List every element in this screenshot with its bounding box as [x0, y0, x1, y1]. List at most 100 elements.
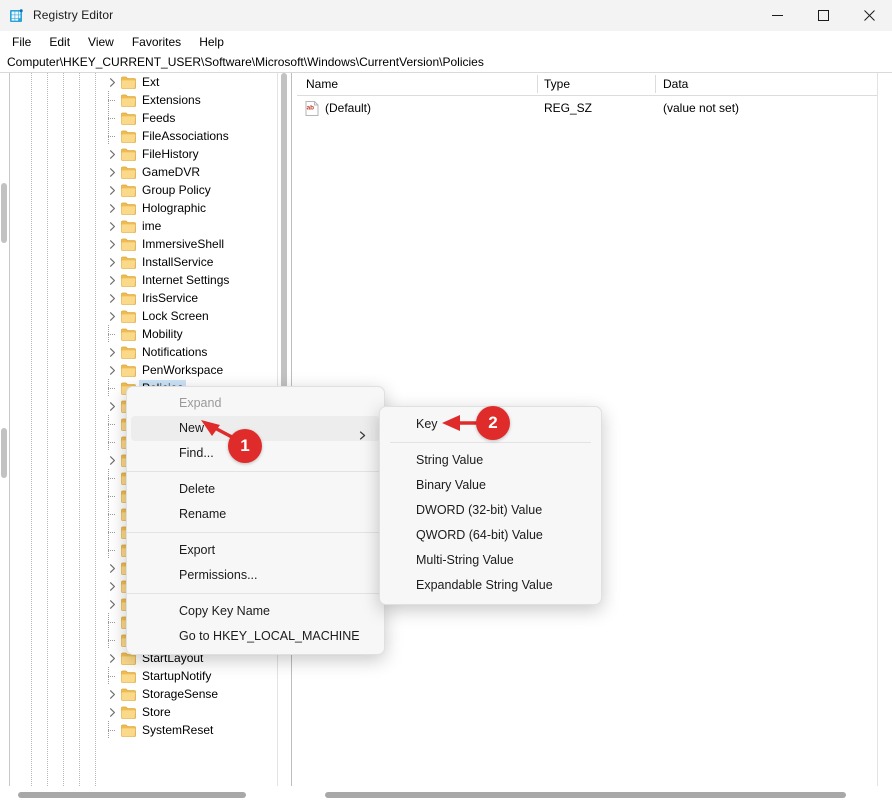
chevron-right-icon[interactable]: [107, 257, 118, 268]
tree-item-startupnotify[interactable]: StartupNotify: [0, 667, 291, 685]
registry-editor-window: Registry Editor File Edit View Favorites…: [0, 0, 892, 805]
chevron-right-icon[interactable]: [107, 239, 118, 250]
submenu-item-expandable-string-value[interactable]: Expandable String Value: [380, 573, 601, 598]
context-menu-item-export[interactable]: Export: [127, 538, 384, 563]
tree-connector: [108, 613, 109, 631]
registry-path: Computer\HKEY_CURRENT_USER\Software\Micr…: [7, 55, 484, 69]
menu-help[interactable]: Help: [190, 32, 233, 52]
chevron-right-icon[interactable]: [107, 203, 118, 214]
menu-favorites[interactable]: Favorites: [123, 32, 190, 52]
tree-item-internet-settings[interactable]: Internet Settings: [0, 271, 291, 289]
folder-icon: [121, 76, 136, 89]
tree-connector: [108, 487, 109, 505]
tree-item-gamedvr[interactable]: GameDVR: [0, 163, 291, 181]
values-horizontal-scrollbar[interactable]: [297, 788, 892, 802]
tree-connector: [108, 127, 109, 145]
tree-item-store[interactable]: Store: [0, 703, 291, 721]
tree-item-label: IrisService: [142, 291, 199, 305]
submenu-item-binary-value[interactable]: Binary Value: [380, 473, 601, 498]
tree-connector: [108, 136, 116, 137]
column-divider-type-data[interactable]: [655, 75, 656, 93]
menu-view[interactable]: View: [79, 32, 123, 52]
submenu-item-label: Multi-String Value: [416, 553, 514, 567]
tree-item-label: StartupNotify: [142, 669, 212, 683]
context-menu-item-label: Copy Key Name: [179, 604, 271, 618]
column-header-name[interactable]: Name: [306, 76, 338, 92]
column-divider-name-type[interactable]: [537, 75, 538, 93]
tree-item-filehistory[interactable]: FileHistory: [0, 145, 291, 163]
tree-item-notifications[interactable]: Notifications: [0, 343, 291, 361]
tree-item-label: Holographic: [142, 201, 207, 215]
menu-file[interactable]: File: [3, 32, 40, 52]
chevron-right-icon[interactable]: [107, 149, 118, 160]
tree-connector: [108, 118, 116, 119]
folder-icon: [121, 94, 136, 107]
chevron-right-icon[interactable]: [107, 185, 118, 196]
tree-item-immersiveshell[interactable]: ImmersiveShell: [0, 235, 291, 253]
chevron-right-icon[interactable]: [107, 167, 118, 178]
tree-item-mobility[interactable]: Mobility: [0, 325, 291, 343]
table-row[interactable]: ab (Default) REG_SZ (value not set): [297, 98, 892, 118]
chevron-right-icon[interactable]: [107, 311, 118, 322]
chevron-right-icon[interactable]: [107, 689, 118, 700]
chevron-right-icon[interactable]: [107, 599, 118, 610]
context-menu-item-go-to-hkey-local-machine[interactable]: Go to HKEY_LOCAL_MACHINE: [127, 624, 384, 649]
chevron-right-icon[interactable]: [107, 347, 118, 358]
tree-item-holographic[interactable]: Holographic: [0, 199, 291, 217]
context-menu-item-permissions[interactable]: Permissions...: [127, 563, 384, 588]
callout-1: 1: [196, 414, 292, 474]
context-menu-item-rename[interactable]: Rename: [127, 502, 384, 527]
tree-connector: [108, 100, 116, 101]
context-menu-item-label: Export: [179, 543, 216, 557]
chevron-right-icon[interactable]: [107, 581, 118, 592]
values-vertical-scrollbar[interactable]: [877, 73, 892, 786]
tree-item-label: Ext: [142, 75, 160, 89]
tree-item-ext[interactable]: Ext: [0, 73, 291, 91]
maximize-icon[interactable]: [800, 0, 846, 31]
tree-item-group-policy[interactable]: Group Policy: [0, 181, 291, 199]
tree-item-installservice[interactable]: InstallService: [0, 253, 291, 271]
context-menu-item-label: Rename: [179, 507, 227, 521]
submenu-item-qword-64-bit-value[interactable]: QWORD (64-bit) Value: [380, 523, 601, 548]
submenu-item-dword-32-bit-value[interactable]: DWORD (32-bit) Value: [380, 498, 601, 523]
chevron-right-icon[interactable]: [107, 707, 118, 718]
tree-item-lock-screen[interactable]: Lock Screen: [0, 307, 291, 325]
values-column-header: Name Type Data: [297, 73, 892, 96]
tree-item-storagesense[interactable]: StorageSense: [0, 685, 291, 703]
minimize-icon[interactable]: [754, 0, 800, 31]
folder-icon: [121, 112, 136, 125]
context-menu-item-delete[interactable]: Delete: [127, 477, 384, 502]
tree-item-irisservice[interactable]: IrisService: [0, 289, 291, 307]
submenu-item-string-value[interactable]: String Value: [380, 448, 601, 473]
context-menu-item-copy-key-name[interactable]: Copy Key Name: [127, 599, 384, 624]
chevron-right-icon[interactable]: [107, 653, 118, 664]
tree-item-label: Feeds: [142, 111, 176, 125]
tree-item-label: Lock Screen: [142, 309, 209, 323]
tree-item-systemreset[interactable]: SystemReset: [0, 721, 291, 739]
tree-connector: [108, 388, 116, 389]
menu-edit[interactable]: Edit: [40, 32, 79, 52]
chevron-right-icon[interactable]: [107, 275, 118, 286]
address-bar[interactable]: Computer\HKEY_CURRENT_USER\Software\Micr…: [0, 53, 892, 73]
tree-item-ime[interactable]: ime: [0, 217, 291, 235]
column-header-type[interactable]: Type: [544, 76, 570, 92]
tree-item-penworkspace[interactable]: PenWorkspace: [0, 361, 291, 379]
tree-item-feeds[interactable]: Feeds: [0, 109, 291, 127]
values-hscroll-thumb[interactable]: [325, 792, 846, 798]
chevron-right-icon[interactable]: [107, 221, 118, 232]
tree-connector: [108, 469, 109, 487]
tree-item-label: FileAssociations: [142, 129, 229, 143]
close-icon[interactable]: [846, 0, 892, 31]
column-header-data[interactable]: Data: [663, 76, 688, 92]
chevron-right-icon[interactable]: [107, 77, 118, 88]
chevron-right-icon[interactable]: [107, 293, 118, 304]
tree-item-fileassociations[interactable]: FileAssociations: [0, 127, 291, 145]
tree-item-extensions[interactable]: Extensions: [0, 91, 291, 109]
chevron-right-icon[interactable]: [107, 455, 118, 466]
submenu-item-multi-string-value[interactable]: Multi-String Value: [380, 548, 601, 573]
tree-horizontal-scrollbar[interactable]: [0, 788, 291, 802]
chevron-right-icon[interactable]: [107, 563, 118, 574]
chevron-right-icon[interactable]: [107, 365, 118, 376]
tree-hscroll-thumb[interactable]: [18, 792, 246, 798]
chevron-right-icon[interactable]: [107, 401, 118, 412]
